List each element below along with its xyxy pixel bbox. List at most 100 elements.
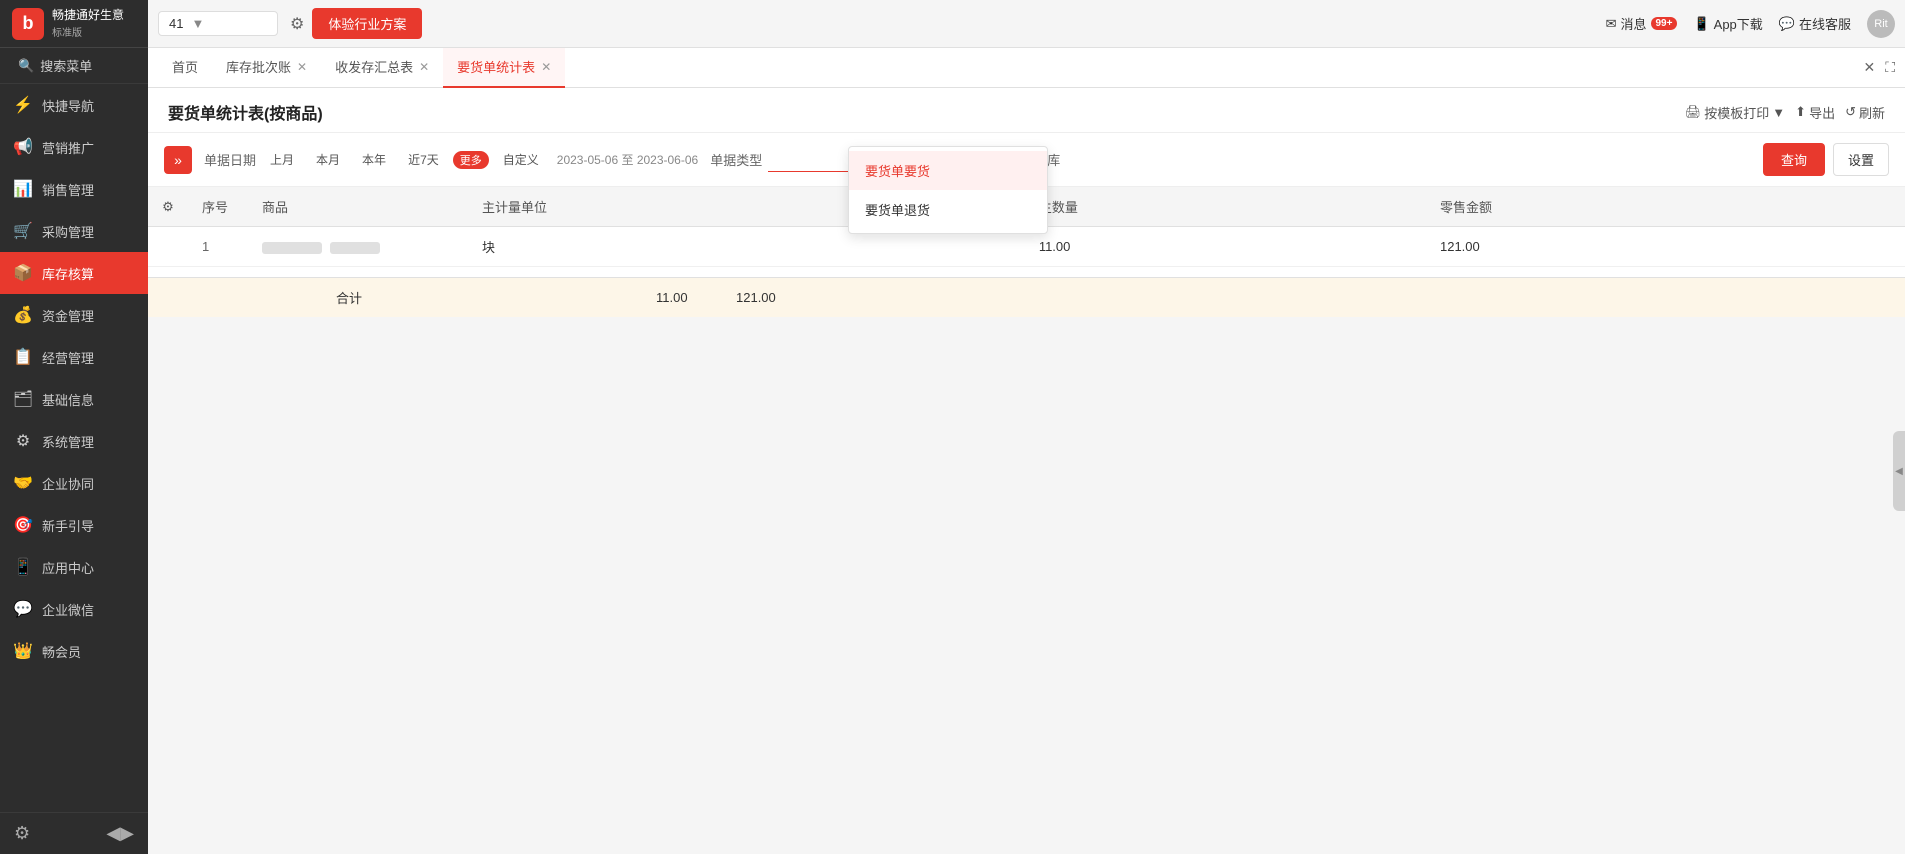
online-service-item[interactable]: 💬 在线客服 [1779, 14, 1851, 33]
sidebar-item-wechat[interactable]: 💬 企业微信 [0, 588, 148, 630]
sidebar-item-label: 应用中心 [42, 558, 94, 577]
avatar: Rit [1867, 10, 1895, 38]
sidebar-item-quick-nav[interactable]: ⚡ 快捷导航 [0, 84, 148, 126]
tab-inventory-batch-close[interactable]: ✕ [297, 60, 307, 74]
sidebar-item-label: 新手引导 [42, 516, 94, 535]
tabs-actions: ✕ ⛶ [1863, 59, 1895, 76]
sidebar-search[interactable]: 🔍 搜索菜单 [0, 48, 148, 84]
sidebar-item-label: 营销推广 [42, 138, 94, 157]
cell-settings [148, 227, 188, 267]
sidebar-logo: b 畅捷通好生意 标准版 [0, 0, 148, 48]
sidebar-item-purchase[interactable]: 🛒 采购管理 [0, 210, 148, 252]
tab-inventory-batch[interactable]: 库存批次账 ✕ [212, 48, 321, 88]
sidebar-item-label: 畅会员 [42, 642, 81, 661]
date-btn-7days[interactable]: 近7天 [400, 147, 447, 172]
sidebar-item-apps[interactable]: 📱 应用中心 [0, 546, 148, 588]
tab-requisition-stats[interactable]: 要货单统计表 ✕ [443, 48, 565, 88]
cell-num: 1 [188, 227, 248, 267]
cell-goods [248, 227, 468, 267]
dropdown-item-requisition-order[interactable]: 要货单要货 [849, 151, 1047, 190]
print-action[interactable]: 🖨 按模板打印 ▼ [1685, 103, 1785, 122]
table-footer: 合计 11.00 121.00 [148, 277, 1905, 317]
tab-close-all-icon[interactable]: ✕ [1863, 59, 1875, 76]
sidebar-item-finance[interactable]: 💰 资金管理 [0, 294, 148, 336]
filter-toggle-btn[interactable]: » [164, 146, 192, 174]
search-label: 搜索菜单 [40, 56, 92, 75]
print-arrow-icon: ▼ [1772, 105, 1785, 120]
search-icon: 🔍 [18, 58, 34, 74]
date-filter-group: 单据日期 上月 本月 本年 近7天 更多 自定义 2023-05-06 至 20… [204, 147, 698, 172]
print-icon: 🖨 [1685, 104, 1702, 120]
footer-amount: 121.00 [722, 290, 802, 305]
topbar: 41 ▼ ⚙ 体验行业方案 ✉ 消息 99+ 📱 App下载 💬 在线客服 [148, 0, 1905, 48]
tab-receivables-close[interactable]: ✕ [419, 60, 429, 74]
type-label: 单据类型 [710, 150, 762, 169]
date-btn-custom[interactable]: 自定义 [495, 147, 547, 172]
export-icon: ⬆ [1795, 104, 1806, 120]
sidebar-item-sales[interactable]: 📊 销售管理 [0, 168, 148, 210]
finance-icon: 💰 [12, 305, 34, 325]
handle-icon: ◀ [1895, 466, 1903, 477]
avatar-text: Rit [1874, 18, 1887, 30]
export-label: 导出 [1809, 103, 1835, 122]
sidebar-item-label: 基础信息 [42, 390, 94, 409]
col-num: 序号 [188, 187, 248, 227]
sidebar-item-marketing[interactable]: 📢 营销推广 [0, 126, 148, 168]
filter-actions: 查询 设置 [1763, 143, 1889, 176]
date-btn-this-year[interactable]: 本年 [354, 147, 394, 172]
sidebar-item-cooperation[interactable]: 🤝 企业协同 [0, 462, 148, 504]
type-dropdown-menu: 要货单要货 要货单退货 [848, 146, 1048, 234]
side-scroll-handle[interactable]: ◀ [1893, 431, 1905, 511]
sidebar-item-basic[interactable]: 🗂 基础信息 [0, 378, 148, 420]
footer-label-text: 合计 [336, 291, 362, 306]
industry-btn[interactable]: 体验行业方案 [312, 8, 422, 39]
avatar-item[interactable]: Rit [1867, 10, 1895, 38]
basic-icon: 🗂 [12, 389, 34, 409]
operations-icon: 📋 [12, 347, 34, 367]
sidebar-item-inventory[interactable]: 📦 库存核算 [0, 252, 148, 294]
sidebar-item-label: 采购管理 [42, 222, 94, 241]
company-selector[interactable]: 41 ▼ [158, 11, 278, 36]
topbar-gear-icon[interactable]: ⚙ [290, 14, 304, 34]
tab-inventory-batch-label: 库存批次账 [226, 57, 291, 76]
settings-icon[interactable]: ⚙ [14, 823, 30, 844]
tab-home[interactable]: 首页 [158, 48, 212, 88]
sidebar-item-system[interactable]: ⚙ 系统管理 [0, 420, 148, 462]
tab-requisition-close[interactable]: ✕ [541, 60, 551, 74]
sidebar-item-label: 库存核算 [42, 264, 94, 283]
service-icon: 💬 [1779, 16, 1795, 32]
quick-nav-icon: ⚡ [12, 95, 34, 115]
date-btn-this-month[interactable]: 本月 [308, 147, 348, 172]
date-btn-last-month[interactable]: 上月 [262, 147, 302, 172]
sidebar-item-member[interactable]: 👑 畅会员 [0, 630, 148, 672]
col-goods: 商品 [248, 187, 468, 227]
tab-maximize-icon[interactable]: ⛶ [1885, 59, 1895, 76]
sidebar-item-operations[interactable]: 📋 经营管理 [0, 336, 148, 378]
member-icon: 👑 [12, 641, 34, 661]
tab-receivables-summary[interactable]: 收发存汇总表 ✕ [321, 48, 443, 88]
tab-requisition-label: 要货单统计表 [457, 57, 535, 76]
logo-sub: 标准版 [52, 24, 124, 39]
tab-home-label: 首页 [172, 57, 198, 76]
export-action[interactable]: ⬆ 导出 [1795, 103, 1835, 122]
setting-btn[interactable]: 设置 [1833, 143, 1889, 176]
query-btn[interactable]: 查询 [1763, 143, 1825, 176]
system-icon: ⚙ [12, 431, 34, 451]
date-more-badge[interactable]: 更多 [453, 151, 489, 169]
download-icon: 📱 [1693, 16, 1709, 32]
col-settings[interactable]: ⚙ [148, 187, 188, 227]
refresh-icon: ↺ [1845, 104, 1856, 120]
dropdown-item-requisition-return[interactable]: 要货单退货 [849, 190, 1047, 229]
tab-receivables-label: 收发存汇总表 [335, 57, 413, 76]
messages-item[interactable]: ✉ 消息 99+ [1606, 14, 1678, 33]
content-area: 要货单统计表(按商品) 🖨 按模板打印 ▼ ⬆ 导出 ↺ 刷新 [148, 88, 1905, 854]
collapse-icon[interactable]: ◀▶ [106, 823, 134, 844]
footer-quantity: 11.00 [642, 290, 722, 305]
selector-arrow-icon: ▼ [191, 16, 204, 31]
selector-value: 41 [169, 16, 183, 31]
purchase-icon: 🛒 [12, 221, 34, 241]
sidebar-item-guide[interactable]: 🎯 新手引导 [0, 504, 148, 546]
refresh-action[interactable]: ↺ 刷新 [1845, 103, 1885, 122]
sidebar: b 畅捷通好生意 标准版 🔍 搜索菜单 ⚡ 快捷导航 📢 营销推广 📊 销售管理… [0, 0, 148, 854]
app-download-item[interactable]: 📱 App下载 [1693, 14, 1762, 33]
